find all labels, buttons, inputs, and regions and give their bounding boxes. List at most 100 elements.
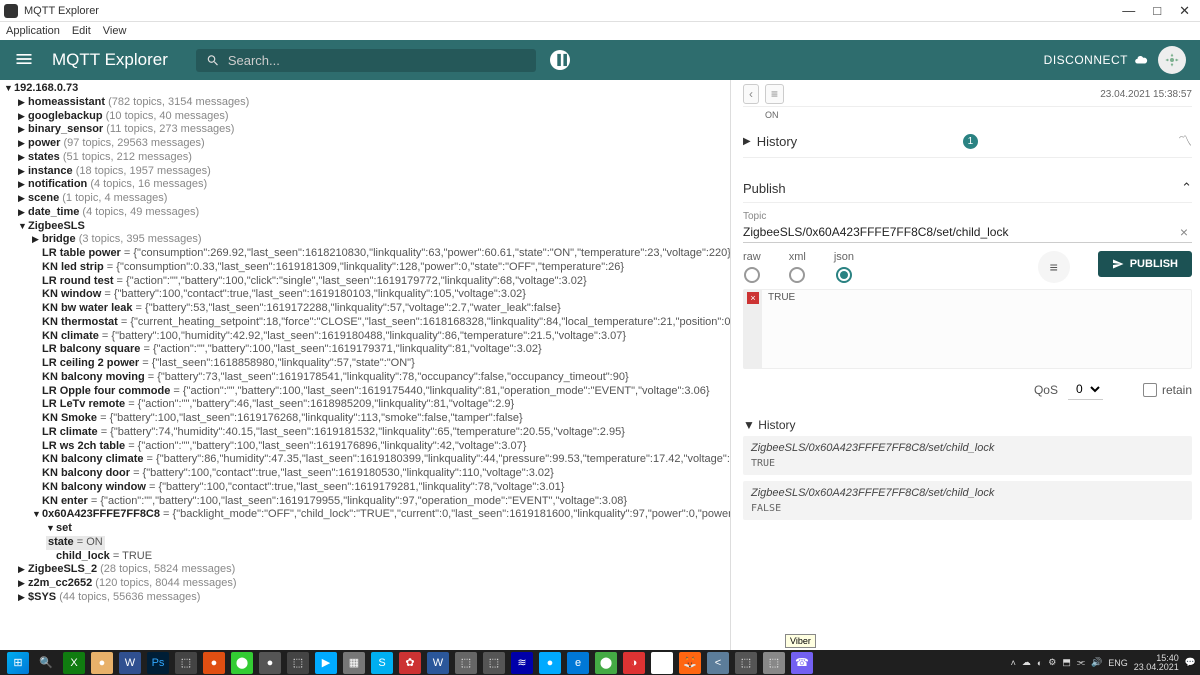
- tree-node[interactable]: ▶scene (1 topic, 4 messages): [4, 192, 726, 206]
- tree-node-selected[interactable]: state = ON: [46, 536, 105, 550]
- tree-root[interactable]: ▼192.168.0.73: [4, 82, 726, 96]
- taskbar-viber[interactable]: ☎ Viber: [791, 652, 813, 674]
- tree-node[interactable]: LR Opple four commode = {"action":"","ba…: [4, 385, 726, 399]
- tree-node[interactable]: LR round test = {"action":"","battery":1…: [4, 275, 726, 289]
- minimize-button[interactable]: —: [1122, 3, 1135, 19]
- maximize-button[interactable]: □: [1153, 3, 1161, 19]
- tree-node[interactable]: ▶power (97 topics, 29563 messages): [4, 137, 726, 151]
- clear-topic-button[interactable]: ×: [1176, 224, 1192, 240]
- taskbar-app[interactable]: ●: [539, 652, 561, 674]
- taskbar-app[interactable]: ⬚: [483, 652, 505, 674]
- topic-tree[interactable]: ▼192.168.0.73▶homeassistant (782 topics,…: [0, 80, 730, 650]
- taskbar-app[interactable]: Ps: [147, 652, 169, 674]
- retain-checkbox[interactable]: retain: [1143, 383, 1192, 397]
- avatar[interactable]: [1158, 46, 1186, 74]
- tray-lang[interactable]: ENG: [1108, 658, 1128, 668]
- tree-node[interactable]: LR ws 2ch table = {"action":"","battery"…: [4, 440, 726, 454]
- publish-section-head[interactable]: Publish ⌃: [743, 174, 1192, 203]
- disconnect-button[interactable]: DISCONNECT: [1044, 53, 1148, 67]
- tray-volume-icon[interactable]: 🔊: [1091, 657, 1102, 668]
- history-item[interactable]: ZigbeeSLS/0x60A423FFFE7FF8C8/set/child_l…: [743, 481, 1192, 520]
- format-json[interactable]: json: [834, 251, 854, 283]
- tray-icon[interactable]: ⬒: [1062, 657, 1071, 668]
- tree-node[interactable]: ▶z2m_cc2652 (120 topics, 8044 messages): [4, 577, 726, 591]
- publish-history-head[interactable]: ▼ History: [743, 414, 1192, 436]
- tree-node[interactable]: ▶binary_sensor (11 topics, 273 messages): [4, 123, 726, 137]
- system-tray[interactable]: ˄ ☁ ◐ ⚙ ⬒ ⫘ 🔊 ENG 15:40 23.04.2021 💬: [1011, 654, 1196, 672]
- pause-button[interactable]: ▐▐: [550, 50, 570, 70]
- taskbar-app[interactable]: ▦: [343, 652, 365, 674]
- taskbar-app[interactable]: ◑: [623, 652, 645, 674]
- taskbar-app[interactable]: ⬚: [763, 652, 785, 674]
- tray-icon[interactable]: ◐: [1037, 658, 1042, 668]
- history-item[interactable]: ZigbeeSLS/0x60A423FFFE7FF8C8/set/child_l…: [743, 436, 1192, 475]
- format-raw[interactable]: raw: [743, 251, 761, 283]
- tree-node[interactable]: LR table power = {"consumption":269.92,"…: [4, 247, 726, 261]
- taskbar-app[interactable]: ⬚: [455, 652, 477, 674]
- taskbar-search[interactable]: 🔍: [35, 652, 57, 674]
- tree-node[interactable]: child_lock = TRUE: [4, 550, 726, 564]
- start-button[interactable]: ⊞: [7, 652, 29, 674]
- menu-application[interactable]: Application: [6, 25, 60, 37]
- tray-network-icon[interactable]: ⫘: [1077, 657, 1085, 668]
- taskbar-app[interactable]: ≋: [511, 652, 533, 674]
- tree-node[interactable]: ▶$SYS (44 topics, 55636 messages): [4, 591, 726, 605]
- menu-edit[interactable]: Edit: [72, 25, 91, 37]
- tree-node[interactable]: KN Smoke = {"battery":100,"last_seen":16…: [4, 412, 726, 426]
- taskbar-app[interactable]: ●: [259, 652, 281, 674]
- tree-node[interactable]: ▶notification (4 topics, 16 messages): [4, 178, 726, 192]
- tree-node[interactable]: ▶bridge (3 topics, 395 messages): [4, 233, 726, 247]
- taskbar-app[interactable]: ✿: [399, 652, 421, 674]
- tree-node[interactable]: KN balcony climate = {"battery":86,"humi…: [4, 453, 726, 467]
- tree-node[interactable]: KN led strip = {"consumption":0.33,"last…: [4, 261, 726, 275]
- tree-node[interactable]: ▶instance (18 topics, 1957 messages): [4, 165, 726, 179]
- taskbar-app[interactable]: e: [567, 652, 589, 674]
- payload-editor[interactable]: × TRUE: [743, 289, 1192, 369]
- hamburger-icon[interactable]: [14, 49, 34, 72]
- tree-node[interactable]: KN thermostat = {"current_heating_setpoi…: [4, 316, 726, 330]
- tree-node[interactable]: KN climate = {"battery":100,"humidity":4…: [4, 330, 726, 344]
- topic-input[interactable]: [743, 225, 1176, 239]
- close-button[interactable]: ✕: [1179, 3, 1190, 19]
- tray-icon[interactable]: ⚙: [1048, 657, 1056, 668]
- taskbar-app[interactable]: ●: [91, 652, 113, 674]
- tree-node[interactable]: LR ceiling 2 power = {"last_seen":161885…: [4, 357, 726, 371]
- tree-node[interactable]: ▶ZigbeeSLS_2 (28 topics, 5824 messages): [4, 563, 726, 577]
- tree-node[interactable]: ▼ZigbeeSLS: [4, 220, 726, 234]
- taskbar-app[interactable]: ⬤: [231, 652, 253, 674]
- taskbar-app[interactable]: ●: [203, 652, 225, 674]
- tray-clock[interactable]: 15:40 23.04.2021: [1134, 654, 1179, 672]
- tree-node[interactable]: ▼set: [4, 522, 726, 536]
- taskbar-app[interactable]: ⬚: [175, 652, 197, 674]
- format-align-button[interactable]: ≡: [1038, 251, 1070, 283]
- taskbar-app[interactable]: S: [371, 652, 393, 674]
- taskbar-app[interactable]: ⬤: [595, 652, 617, 674]
- tree-node[interactable]: KN enter = {"action":"","battery":100,"l…: [4, 495, 726, 509]
- taskbar-app[interactable]: X: [63, 652, 85, 674]
- qos-select[interactable]: 0: [1068, 379, 1103, 400]
- format-xml[interactable]: xml: [789, 251, 806, 283]
- history-section-head[interactable]: ▶ History 1 〽: [743, 125, 1192, 158]
- taskbar-app[interactable]: W: [427, 652, 449, 674]
- publish-button[interactable]: PUBLISH: [1098, 251, 1192, 277]
- tree-node[interactable]: LR LeTv remote = {"action":"","battery":…: [4, 398, 726, 412]
- tree-node[interactable]: ▶homeassistant (782 topics, 3154 message…: [4, 96, 726, 110]
- menu-view[interactable]: View: [103, 25, 127, 37]
- nav-back-button[interactable]: ‹: [743, 84, 759, 104]
- tray-notifications-icon[interactable]: 💬: [1185, 657, 1196, 668]
- taskbar-app[interactable]: W: [119, 652, 141, 674]
- tray-chevron-icon[interactable]: ˄: [1011, 658, 1016, 668]
- tree-node[interactable]: KN balcony window = {"battery":100,"cont…: [4, 481, 726, 495]
- taskbar-app[interactable]: 🦊: [679, 652, 701, 674]
- tree-node[interactable]: ▶date_time (4 topics, 49 messages): [4, 206, 726, 220]
- tree-node[interactable]: KN balcony door = {"battery":100,"contac…: [4, 467, 726, 481]
- list-toggle-button[interactable]: ≡: [765, 84, 784, 104]
- tree-node[interactable]: LR balcony square = {"action":"","batter…: [4, 343, 726, 357]
- taskbar-app[interactable]: <: [707, 652, 729, 674]
- taskbar-app[interactable]: ◉: [651, 652, 673, 674]
- taskbar-app[interactable]: ⬚: [735, 652, 757, 674]
- tree-node[interactable]: ▶states (51 topics, 212 messages): [4, 151, 726, 165]
- tree-node[interactable]: KN window = {"battery":100,"contact":tru…: [4, 288, 726, 302]
- taskbar-app[interactable]: ⬚: [287, 652, 309, 674]
- tree-node[interactable]: LR climate = {"battery":74,"humidity":40…: [4, 426, 726, 440]
